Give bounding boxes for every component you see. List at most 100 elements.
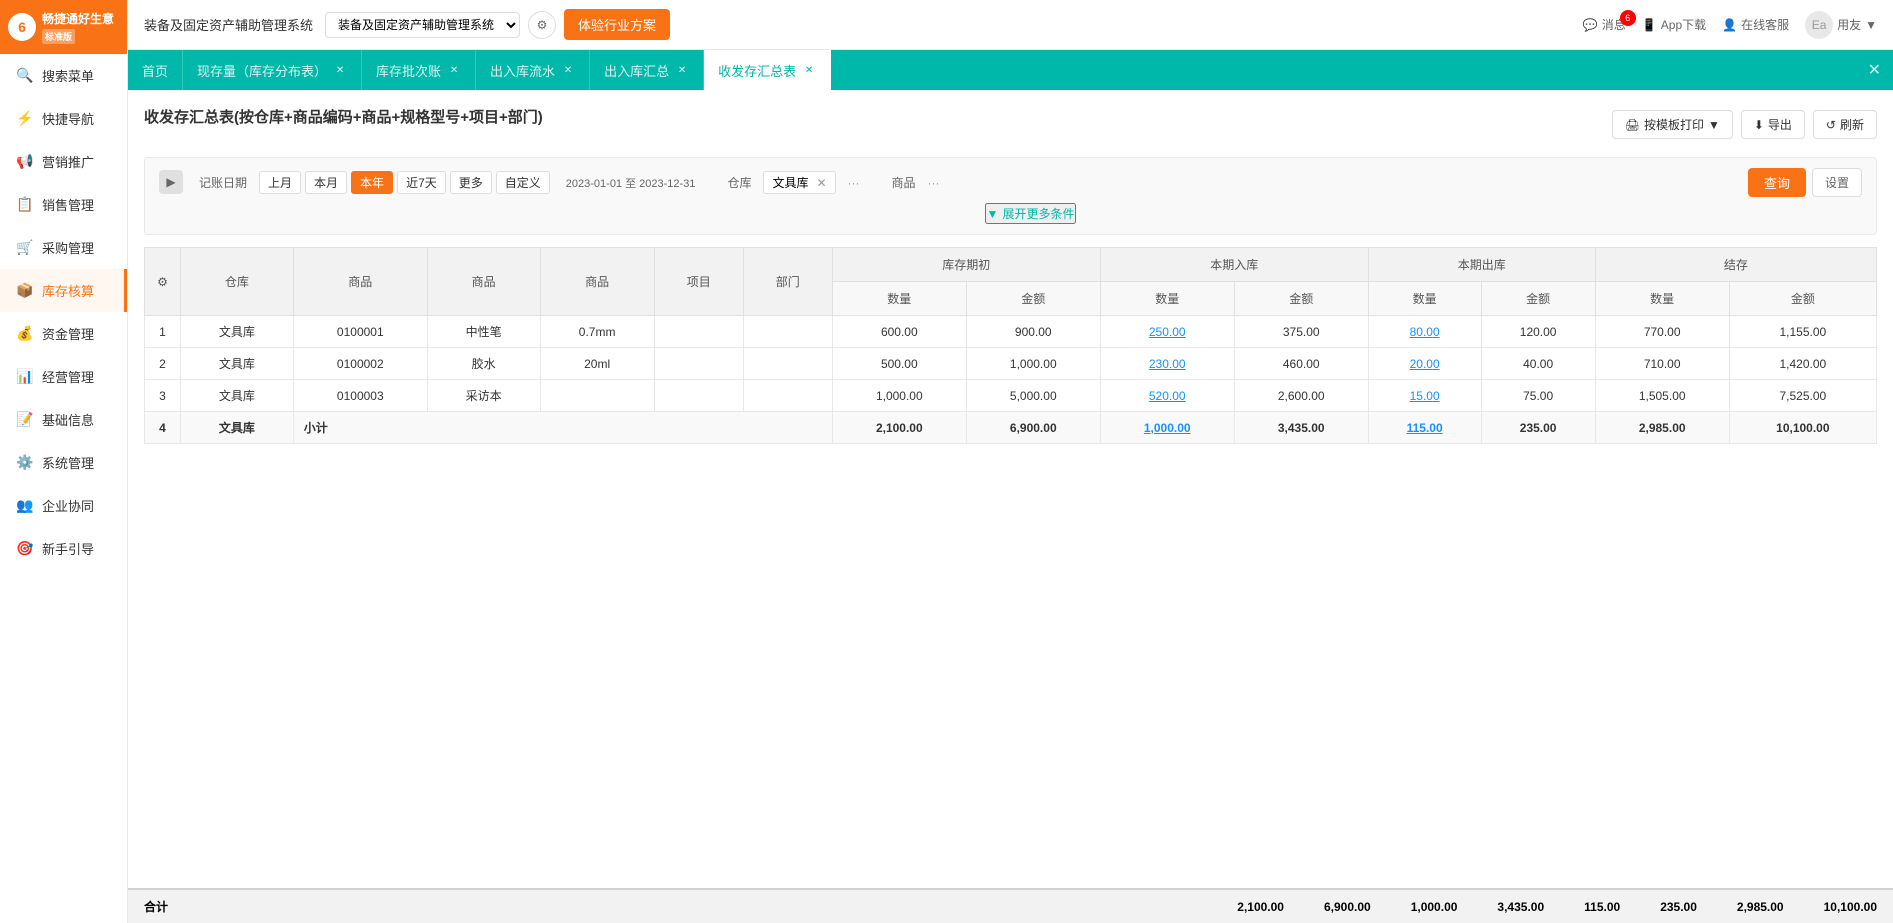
row-in-qty[interactable]: 520.00: [1100, 380, 1234, 412]
sidebar-item-label: 新手引导: [42, 539, 94, 558]
sidebar-item-operations[interactable]: 📊 经营管理: [0, 355, 127, 398]
sidebar-item-sales[interactable]: 📋 销售管理: [0, 183, 127, 226]
tab-inout-flow[interactable]: 出入库流水 ✕: [476, 50, 590, 90]
system-selector[interactable]: 装备及固定资产辅助管理系统: [325, 12, 520, 38]
team-icon: 👥: [16, 497, 34, 515]
sidebar-item-inventory[interactable]: 📦 库存核算: [0, 269, 127, 312]
close-icon[interactable]: ✕: [675, 63, 689, 77]
row-in-amt: 2,600.00: [1234, 380, 1368, 412]
logo-text: 畅捷通好生意: [42, 10, 114, 27]
user-label: 用友: [1837, 16, 1861, 33]
row-opening-amt: 1,000.00: [966, 348, 1100, 380]
close-all-tabs-button[interactable]: ✕: [1868, 60, 1893, 80]
goods-more-options[interactable]: ···: [928, 176, 940, 190]
tab-inout-summary[interactable]: 出入库汇总 ✕: [590, 50, 704, 90]
sidebar-item-label: 营销推广: [42, 152, 94, 171]
warehouse-tag-remove-button[interactable]: ✕: [816, 176, 826, 190]
online-service-button[interactable]: 👤 在线客服: [1722, 16, 1789, 33]
tab-stock-dist[interactable]: 现存量（库存分布表） ✕: [183, 50, 362, 90]
date-btn-more[interactable]: 更多: [450, 171, 492, 194]
row-goods-name: 中性笔: [427, 316, 540, 348]
warehouse-col-header: 仓库: [181, 248, 294, 316]
close-icon[interactable]: ✕: [447, 63, 461, 77]
tab-batch[interactable]: 库存批次账 ✕: [362, 50, 476, 90]
box-icon: 📦: [16, 282, 34, 300]
total-in-amt: 3,435.00: [1497, 900, 1544, 914]
sidebar-item-label: 销售管理: [42, 195, 94, 214]
print-button[interactable]: 🖨 按模板打印 ▼: [1612, 110, 1733, 139]
row-in-qty[interactable]: 230.00: [1100, 348, 1234, 380]
service-icon: 👤: [1722, 18, 1737, 32]
app-download-label: App下载: [1661, 16, 1706, 33]
filter-bar: ▶ 记账日期 上月 本月 本年 近7天 更多 自定义: [144, 157, 1877, 235]
sidebar-item-finance[interactable]: 💰 资金管理: [0, 312, 127, 355]
row-opening-amt: 5,000.00: [966, 380, 1100, 412]
column-settings-icon[interactable]: ⚙: [157, 275, 168, 289]
row-out-qty[interactable]: 15.00: [1368, 380, 1481, 412]
sidebar-item-guide[interactable]: 🎯 新手引导: [0, 527, 127, 570]
row-balance-amt: 1,420.00: [1729, 348, 1876, 380]
close-icon[interactable]: ✕: [802, 63, 816, 77]
sidebar-item-label: 快捷导航: [42, 109, 94, 128]
query-button[interactable]: 查询: [1748, 168, 1806, 197]
subtotal-in-qty[interactable]: 1,000.00: [1100, 412, 1234, 444]
table-settings-button[interactable]: 设置: [1812, 168, 1862, 197]
sidebar-item-search[interactable]: 🔍 搜索菜单: [0, 54, 127, 97]
lightning-icon: ⚡: [16, 110, 34, 128]
cart-icon: 🛒: [16, 239, 34, 257]
sidebar-item-marketing[interactable]: 📢 营销推广: [0, 140, 127, 183]
sidebar-item-label: 基础信息: [42, 410, 94, 429]
row-out-qty[interactable]: 80.00: [1368, 316, 1481, 348]
trial-button[interactable]: 体验行业方案: [564, 9, 670, 40]
refresh-icon: ↺: [1826, 118, 1836, 132]
message-button[interactable]: 💬 6 消息: [1583, 16, 1626, 33]
sidebar-item-label: 企业协同: [42, 496, 94, 515]
sidebar-item-label: 系统管理: [42, 453, 94, 472]
sidebar-item-system[interactable]: ⚙️ 系统管理: [0, 441, 127, 484]
row-opening-qty: 500.00: [832, 348, 966, 380]
sidebar-item-quicknav[interactable]: ⚡ 快捷导航: [0, 97, 127, 140]
date-btn-custom[interactable]: 自定义: [496, 171, 550, 194]
total-balance-qty: 2,985.00: [1737, 900, 1784, 914]
row-dept: [743, 348, 832, 380]
tab-home[interactable]: 首页: [128, 50, 183, 90]
expand-filter-button[interactable]: ▼ 展开更多条件: [985, 203, 1077, 224]
row-out-qty[interactable]: 20.00: [1368, 348, 1481, 380]
date-btn-this-year[interactable]: 本年: [351, 171, 393, 194]
row-in-qty[interactable]: 250.00: [1100, 316, 1234, 348]
clipboard-icon: 📋: [16, 196, 34, 214]
subtotal-out-qty[interactable]: 115.00: [1368, 412, 1481, 444]
gear-icon: ⚙️: [16, 454, 34, 472]
search-icon: 🔍: [16, 67, 34, 85]
date-btn-this-month[interactable]: 本月: [305, 171, 347, 194]
opening-qty-subheader: 数量: [832, 282, 966, 316]
close-icon[interactable]: ✕: [333, 63, 347, 77]
opening-amt-subheader: 金额: [966, 282, 1100, 316]
in-qty-subheader: 数量: [1100, 282, 1234, 316]
in-amt-subheader: 金额: [1234, 282, 1368, 316]
inventory-table: ⚙ 仓库 商品 商品 商品 项目 部门 库存期初 本期入库 本期出库 结存: [144, 247, 1877, 444]
export-button[interactable]: ⬇ 导出: [1741, 110, 1805, 139]
table-row: 2 文具库 0100002 胶水 20ml 500.00 1,000.00 23…: [145, 348, 1877, 380]
user-menu[interactable]: Ea 用友 ▼: [1805, 11, 1877, 39]
tab-receipt-summary[interactable]: 收发存汇总表 ✕: [704, 50, 831, 90]
date-btn-last-month[interactable]: 上月: [259, 171, 301, 194]
close-icon[interactable]: ✕: [561, 63, 575, 77]
sidebar-logo: 6 畅捷通好生意 标准版: [0, 0, 127, 54]
refresh-button[interactable]: ↺ 刷新: [1813, 110, 1877, 139]
system-name: 装备及固定资产辅助管理系统: [144, 15, 313, 34]
app-download-button[interactable]: 📱 App下载: [1642, 16, 1706, 33]
warehouse-more-options[interactable]: ···: [848, 176, 860, 190]
date-btn-7days[interactable]: 近7天: [397, 171, 446, 194]
sidebar-item-purchase[interactable]: 🛒 采购管理: [0, 226, 127, 269]
total-out-qty: 115.00: [1584, 900, 1620, 914]
filter-toggle-button[interactable]: ▶: [159, 170, 183, 194]
expand-icon: ▼: [987, 207, 999, 221]
total-label: 合计: [144, 898, 168, 915]
sidebar-item-collab[interactable]: 👥 企业协同: [0, 484, 127, 527]
tab-label: 收发存汇总表: [718, 61, 796, 80]
settings-gear-icon[interactable]: ⚙: [528, 11, 556, 39]
sidebar-item-basic-info[interactable]: 📝 基础信息: [0, 398, 127, 441]
row-dept: [743, 316, 832, 348]
row-opening-qty: 1,000.00: [832, 380, 966, 412]
